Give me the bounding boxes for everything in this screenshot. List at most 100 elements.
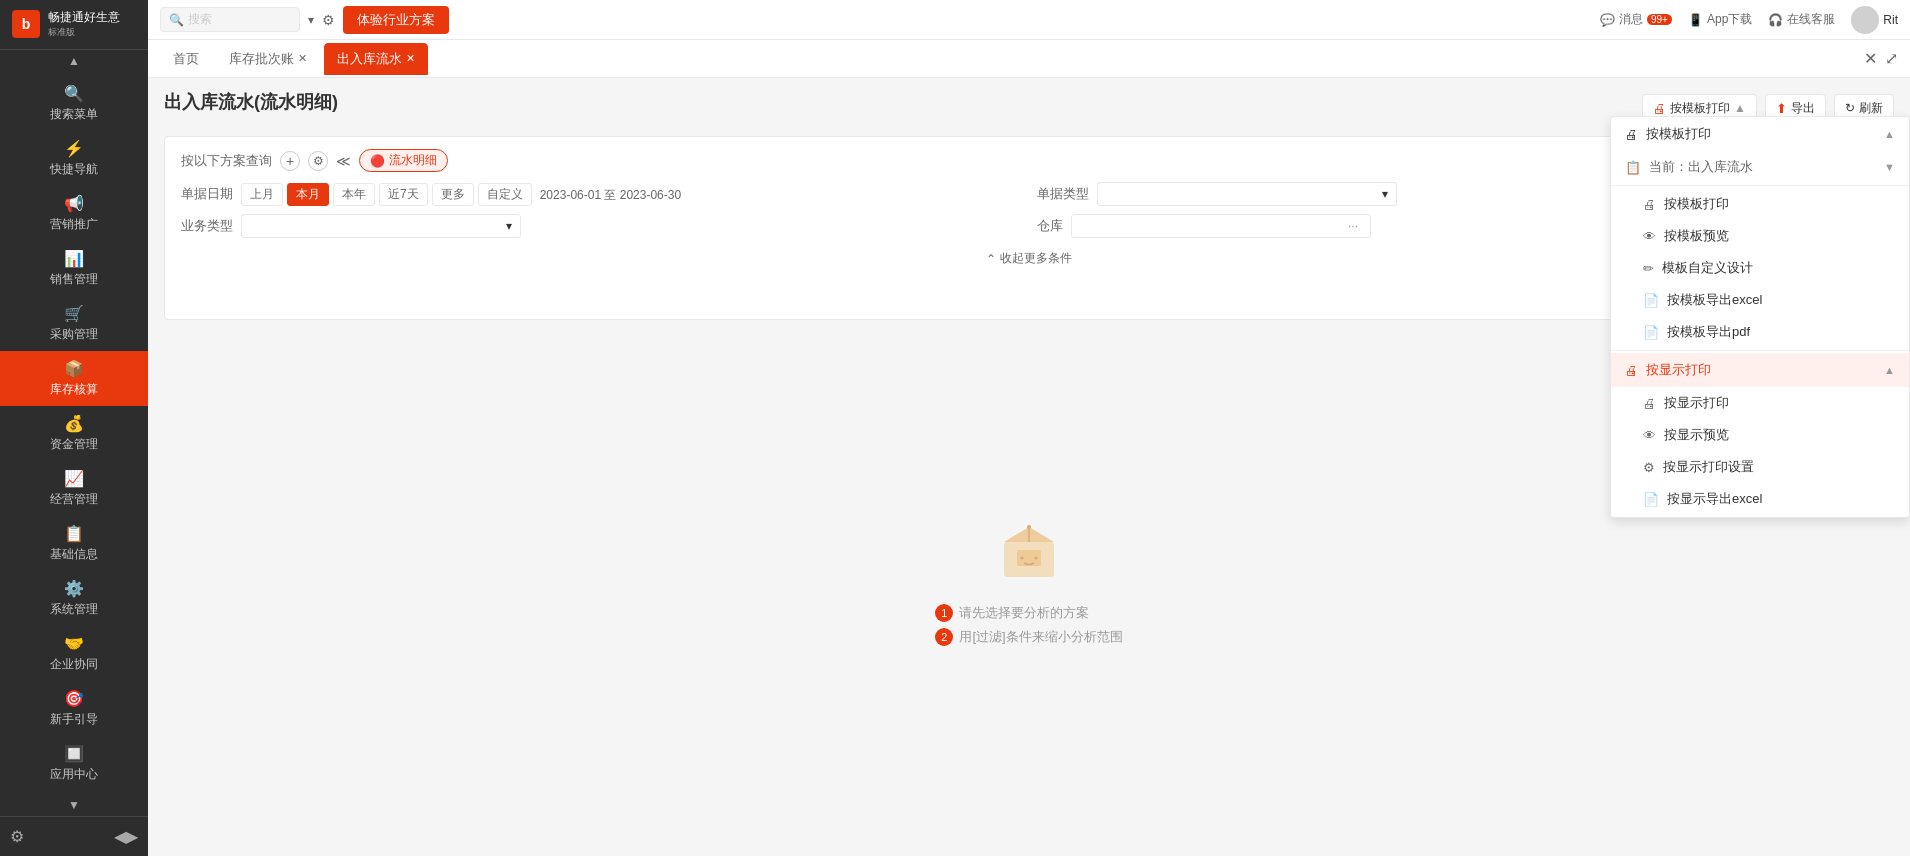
warehouse-input[interactable]: ··· (1071, 214, 1371, 238)
sidebar-icon-guide: 🎯 (64, 689, 84, 708)
sidebar-item-basic-info[interactable]: 📋 基础信息 (0, 516, 148, 571)
filter-tag[interactable]: 🔴 流水明细 (359, 149, 448, 172)
filter-add-button[interactable]: + (280, 151, 300, 171)
date-custom[interactable]: 自定义 (478, 183, 532, 206)
sidebar-item-quick-nav[interactable]: ⚡ 快捷导航 (0, 131, 148, 186)
dp-template-export-excel[interactable]: 📄 按模板导出excel (1611, 284, 1909, 316)
header-right: 💬 消息 99+ 📱 App下载 🎧 在线客服 Rit (1600, 6, 1898, 34)
type-select[interactable]: ▾ (1097, 182, 1397, 206)
filter-tag-icon: 🔴 (370, 154, 385, 168)
display-print-section-header[interactable]: 🖨 按显示打印 ▲ (1611, 353, 1909, 387)
business-arrow: ▾ (506, 219, 512, 233)
dp-template-pdf-label: 按模板导出pdf (1667, 323, 1750, 341)
dp-display-preview[interactable]: 👁 按显示预览 (1611, 419, 1909, 451)
sidebar-label-marketing: 营销推广 (50, 216, 98, 233)
warehouse-more-icon[interactable]: ··· (1344, 219, 1362, 233)
dp-display-excel-icon: 📄 (1643, 492, 1659, 507)
dp-template-preview-label: 按模板预览 (1664, 227, 1729, 245)
dp-display-preview-icon: 👁 (1643, 428, 1656, 443)
headset-icon: 🎧 (1768, 13, 1783, 27)
dp-display-export-excel[interactable]: 📄 按显示导出excel (1611, 483, 1909, 515)
tab-batch[interactable]: 库存批次账 ✕ (216, 43, 320, 75)
tab-flow-label: 出入库流水 (337, 50, 402, 68)
current-template-label: 当前：出入库流水 (1649, 158, 1753, 176)
sidebar-item-operation[interactable]: 📈 经营管理 (0, 461, 148, 516)
tabs-bar: 首页 库存批次账 ✕ 出入库流水 ✕ ✕ ⤢ (148, 40, 1910, 78)
template-section-arrow-up[interactable]: ▲ (1884, 128, 1895, 140)
sidebar-item-inventory[interactable]: 📦 库存核算 (0, 351, 148, 406)
dp-template-print[interactable]: 🖨 按模板打印 (1611, 188, 1909, 220)
dp-display-excel-label: 按显示导出excel (1667, 490, 1762, 508)
sidebar-item-system[interactable]: ⚙️ 系统管理 (0, 571, 148, 626)
date-last-month[interactable]: 上月 (241, 183, 283, 206)
current-template-icon: 📋 (1625, 160, 1641, 175)
sidebar-icon-search: 🔍 (64, 84, 84, 103)
sidebar-item-guide[interactable]: 🎯 新手引导 (0, 681, 148, 736)
sidebar-item-purchase[interactable]: 🛒 采购管理 (0, 296, 148, 351)
tab-flow-close[interactable]: ✕ (406, 52, 415, 65)
dp-display-print-settings[interactable]: ⚙ 按显示打印设置 (1611, 451, 1909, 483)
sidebar-item-finance[interactable]: 💰 资金管理 (0, 406, 148, 461)
sidebar-help-icon[interactable]: ◀▶ (114, 827, 138, 846)
template-print-section-header[interactable]: 🖨 按模板打印 ▲ (1611, 117, 1909, 151)
message-label: 消息 (1619, 11, 1643, 28)
filter-label: 按以下方案查询 (181, 152, 272, 170)
dp-template-export-pdf[interactable]: 📄 按模板导出pdf (1611, 316, 1909, 348)
business-field-label: 业务类型 (181, 217, 233, 235)
tab-expand-icon[interactable]: ⤢ (1885, 49, 1898, 68)
user-avatar-item[interactable]: Rit (1851, 6, 1898, 34)
dp-template-preview[interactable]: 👁 按模板预览 (1611, 220, 1909, 252)
sidebar-item-marketing[interactable]: 📢 营销推广 (0, 186, 148, 241)
display-print-section-icon: 🖨 (1625, 363, 1638, 378)
print-arrow-up[interactable]: ▲ (1734, 101, 1746, 115)
warehouse-field-label: 仓库 (1037, 217, 1063, 235)
trial-button[interactable]: 体验行业方案 (343, 6, 449, 34)
sidebar-item-search[interactable]: 🔍 搜索菜单 (0, 76, 148, 131)
current-template-arrow[interactable]: ▼ (1884, 161, 1895, 173)
dp-display-print-label: 按显示打印 (1664, 394, 1729, 412)
sidebar-icon-finance: 💰 (64, 414, 84, 433)
current-template-item[interactable]: 📋 当前：出入库流水 ▼ (1611, 151, 1909, 183)
empty-hint-1: 1 请先选择要分析的方案 (935, 604, 1122, 622)
dp-template-customize-label: 模板自定义设计 (1662, 259, 1753, 277)
main: 🔍 搜索 ▾ ⚙ 体验行业方案 💬 消息 99+ 📱 App下载 🎧 在线客服 (148, 0, 1910, 856)
dp-display-print-icon: 🖨 (1643, 396, 1656, 411)
svg-point-5 (1021, 557, 1024, 560)
sidebar-item-app-center[interactable]: 🔲 应用中心 (0, 736, 148, 791)
tab-close-icon[interactable]: ✕ (1864, 49, 1877, 68)
date-this-year[interactable]: 本年 (333, 183, 375, 206)
sidebar-label-search: 搜索菜单 (50, 106, 98, 123)
filter-business-field: 业务类型 ▾ (181, 214, 1021, 238)
sidebar-scroll-up[interactable]: ▲ (0, 50, 148, 72)
tab-batch-close[interactable]: ✕ (298, 52, 307, 65)
sidebar-item-enterprise[interactable]: 🤝 企业协同 (0, 626, 148, 681)
business-select[interactable]: ▾ (241, 214, 521, 238)
print-icon: 🖨 (1653, 101, 1666, 116)
header-search[interactable]: 🔍 搜索 (160, 7, 300, 32)
header-left: 🔍 搜索 ▾ ⚙ 体验行业方案 (160, 6, 1592, 34)
dp-template-print-label: 按模板打印 (1664, 195, 1729, 213)
message-item[interactable]: 💬 消息 99+ (1600, 11, 1672, 28)
date-this-month[interactable]: 本月 (287, 183, 329, 206)
search-icon: 🔍 (169, 13, 184, 27)
date-7days[interactable]: 近7天 (379, 183, 428, 206)
app-download-item[interactable]: 📱 App下载 (1688, 11, 1752, 28)
online-service-item[interactable]: 🎧 在线客服 (1768, 11, 1835, 28)
tab-flow[interactable]: 出入库流水 ✕ (324, 43, 428, 75)
dp-display-print[interactable]: 🖨 按显示打印 (1611, 387, 1909, 419)
tab-home[interactable]: 首页 (160, 43, 212, 75)
sidebar-scroll-down[interactable]: ▼ (0, 794, 148, 816)
date-more[interactable]: 更多 (432, 183, 474, 206)
display-section-arrow-up[interactable]: ▲ (1884, 364, 1895, 376)
dp-template-pdf-icon: 📄 (1643, 325, 1659, 340)
dp-display-export-pdf[interactable]: 📄 按显示导出pdf (1611, 515, 1909, 517)
sidebar-item-sales[interactable]: 📊 销售管理 (0, 241, 148, 296)
header-dropdown-arrow[interactable]: ▾ (308, 13, 314, 27)
dp-template-customize[interactable]: ✏ 模板自定义设计 (1611, 252, 1909, 284)
filter-collapse-icon[interactable]: ≪ (336, 153, 351, 169)
hint-text-1: 请先选择要分析的方案 (959, 604, 1089, 622)
export-icon: ⬆ (1776, 101, 1787, 116)
sidebar-settings-icon[interactable]: ⚙ (10, 827, 24, 846)
header-gear-icon[interactable]: ⚙ (322, 12, 335, 28)
filter-gear-button[interactable]: ⚙ (308, 151, 328, 171)
